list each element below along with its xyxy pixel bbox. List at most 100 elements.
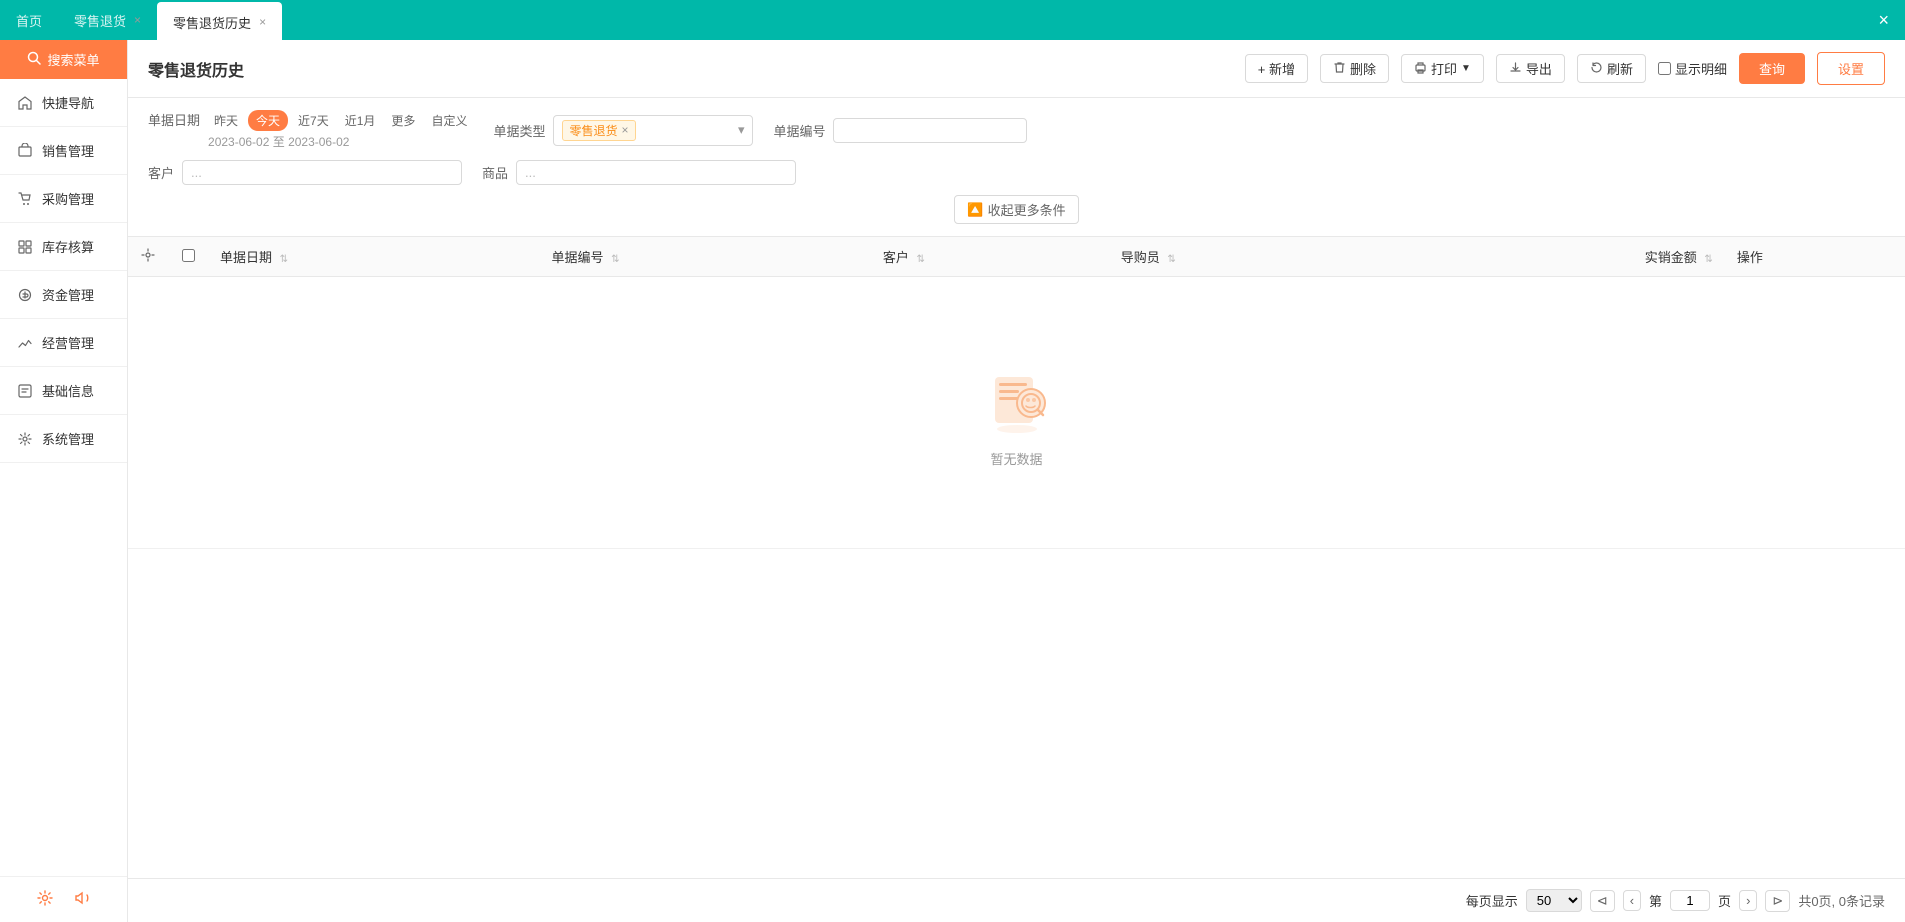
tab-retail-return-history[interactable]: 零售退货历史 × bbox=[157, 2, 282, 42]
type-filter-group: 单据类型 零售退货 × ▾ bbox=[493, 115, 753, 146]
th-amount[interactable]: 实销金额 ⇅ bbox=[1393, 237, 1724, 277]
date-shortcuts: 昨天 今天 近7天 近1月 更多 自定义 bbox=[208, 110, 473, 131]
next-page-button[interactable]: › bbox=[1739, 890, 1757, 911]
search-icon bbox=[27, 51, 41, 68]
print-arrow-icon: ▼ bbox=[1461, 63, 1471, 74]
page-size-label: 每页显示 bbox=[1466, 891, 1518, 910]
prev-page-button[interactable]: ‹ bbox=[1623, 890, 1641, 911]
system-icon bbox=[16, 430, 34, 448]
type-select[interactable]: 零售退货 × ▾ bbox=[553, 115, 753, 146]
table-head: 单据日期 ⇅ 单据编号 ⇅ 客户 ⇅ 导购员 ⇅ bbox=[128, 237, 1905, 277]
goods-label: 商品 bbox=[482, 163, 508, 182]
collapse-button[interactable]: 🔼 收起更多条件 bbox=[954, 195, 1078, 224]
page-size-select[interactable]: 10 20 50 100 bbox=[1526, 889, 1582, 912]
shortcut-more[interactable]: 更多 bbox=[385, 110, 421, 131]
volume-icon[interactable] bbox=[74, 889, 92, 910]
date-filter-group: 单据日期 昨天 今天 近7天 近1月 更多 自定义 2023-06-02 至 2… bbox=[148, 110, 473, 150]
delete-icon bbox=[1333, 61, 1346, 77]
display-detail-label: 显示明细 bbox=[1658, 59, 1727, 78]
sort-guide-icon: ⇅ bbox=[1167, 254, 1175, 265]
th-action: 操作 bbox=[1725, 237, 1905, 277]
settings-icon[interactable] bbox=[36, 889, 54, 910]
pagination: 每页显示 10 20 50 100 ⊲ ‹ 第 页 › ⊳ 共0页, 0条记录 bbox=[128, 878, 1905, 922]
setting-button[interactable]: 设置 bbox=[1817, 52, 1885, 85]
shortcut-1month[interactable]: 近1月 bbox=[339, 110, 382, 131]
display-detail-checkbox[interactable] bbox=[1658, 62, 1671, 75]
type-select-arrow: ▾ bbox=[738, 122, 745, 138]
sidebar-search[interactable]: 搜索菜单 bbox=[0, 40, 127, 79]
shortcut-today[interactable]: 今天 bbox=[248, 110, 288, 131]
tab-retail-return[interactable]: 零售退货 × bbox=[58, 0, 157, 40]
home-icon bbox=[16, 94, 34, 112]
page-label: 第 bbox=[1649, 891, 1662, 910]
toolbar: + 新增 删除 bbox=[1245, 52, 1885, 85]
order-no-input[interactable] bbox=[833, 118, 1027, 143]
top-bar: 首页 零售退货 × 零售退货历史 × × bbox=[0, 0, 1905, 40]
inventory-icon bbox=[16, 238, 34, 256]
type-tag-remove[interactable]: × bbox=[621, 123, 628, 137]
collapse-row: 🔼 收起更多条件 bbox=[148, 195, 1885, 224]
window-close-button[interactable]: × bbox=[1862, 10, 1905, 31]
sidebar-item-business[interactable]: 经营管理 bbox=[0, 319, 127, 367]
date-label: 单据日期 bbox=[148, 110, 200, 129]
content-area: 零售退货历史 + 新增 删除 bbox=[128, 40, 1905, 922]
goods-input[interactable] bbox=[516, 160, 796, 185]
th-settings[interactable] bbox=[128, 237, 168, 277]
tab-list: 首页 零售退货 × 零售退货历史 × bbox=[0, 0, 1862, 40]
sidebar-bottom bbox=[0, 876, 127, 922]
customer-label: 客户 bbox=[148, 163, 174, 182]
purchase-icon bbox=[16, 190, 34, 208]
sort-amount-icon: ⇅ bbox=[1704, 254, 1712, 265]
sidebar-item-system[interactable]: 系统管理 bbox=[0, 415, 127, 463]
sidebar: 搜索菜单 快捷导航 销售管理 bbox=[0, 40, 128, 922]
sidebar-item-purchase[interactable]: 采购管理 bbox=[0, 175, 127, 223]
finance-icon bbox=[16, 286, 34, 304]
basic-info-icon bbox=[16, 382, 34, 400]
page-unit: 页 bbox=[1718, 891, 1731, 910]
type-tag: 零售退货 × bbox=[562, 120, 635, 141]
tab-home[interactable]: 首页 bbox=[0, 0, 58, 40]
empty-state-cell: 暂无数据 bbox=[128, 277, 1905, 549]
sales-icon bbox=[16, 142, 34, 160]
last-page-button[interactable]: ⊳ bbox=[1765, 890, 1790, 912]
tab-close-retail-return[interactable]: × bbox=[134, 13, 141, 27]
empty-illustration bbox=[977, 357, 1057, 437]
print-button[interactable]: 打印 ▼ bbox=[1401, 54, 1484, 83]
shortcut-yesterday[interactable]: 昨天 bbox=[208, 110, 244, 131]
print-icon bbox=[1414, 61, 1427, 77]
first-page-button[interactable]: ⊲ bbox=[1590, 890, 1615, 912]
table-body: 暂无数据 bbox=[128, 277, 1905, 549]
customer-input[interactable] bbox=[182, 160, 462, 185]
th-date[interactable]: 单据日期 ⇅ bbox=[208, 237, 539, 277]
delete-button[interactable]: 删除 bbox=[1320, 54, 1389, 83]
date-range-text: 2023-06-02 至 2023-06-02 bbox=[208, 133, 473, 150]
sidebar-item-inventory[interactable]: 库存核算 bbox=[0, 223, 127, 271]
new-button[interactable]: + 新增 bbox=[1245, 54, 1308, 83]
export-button[interactable]: 导出 bbox=[1496, 54, 1565, 83]
order-no-filter-group: 单据编号 bbox=[773, 118, 1027, 143]
export-icon bbox=[1509, 61, 1522, 77]
table-area: 单据日期 ⇅ 单据编号 ⇅ 客户 ⇅ 导购员 ⇅ bbox=[128, 237, 1905, 878]
sidebar-item-sales[interactable]: 销售管理 bbox=[0, 127, 127, 175]
empty-state: 暂无数据 bbox=[128, 277, 1905, 548]
refresh-button[interactable]: 刷新 bbox=[1577, 54, 1646, 83]
collapse-icon: 🔼 bbox=[967, 202, 983, 218]
sidebar-item-quicknav[interactable]: 快捷导航 bbox=[0, 79, 127, 127]
select-all-checkbox[interactable] bbox=[182, 249, 195, 262]
th-checkbox[interactable] bbox=[168, 237, 208, 277]
filter-area: 单据日期 昨天 今天 近7天 近1月 更多 自定义 2023-06-02 至 2… bbox=[128, 98, 1905, 237]
sidebar-item-finance[interactable]: 资金管理 bbox=[0, 271, 127, 319]
sidebar-item-basic-info[interactable]: 基础信息 bbox=[0, 367, 127, 415]
tab-close-retail-return-history[interactable]: × bbox=[259, 15, 266, 29]
query-button[interactable]: 查询 bbox=[1739, 53, 1805, 84]
th-no[interactable]: 单据编号 ⇅ bbox=[539, 237, 870, 277]
refresh-icon bbox=[1590, 61, 1603, 77]
shortcut-custom[interactable]: 自定义 bbox=[425, 110, 473, 131]
sort-customer-icon: ⇅ bbox=[917, 254, 925, 265]
th-customer[interactable]: 客户 ⇅ bbox=[871, 237, 1109, 277]
empty-text: 暂无数据 bbox=[990, 449, 1042, 468]
page-number-input[interactable] bbox=[1670, 890, 1710, 911]
total-info: 共0页, 0条记录 bbox=[1798, 891, 1885, 910]
th-guide[interactable]: 导购员 ⇅ bbox=[1109, 237, 1394, 277]
shortcut-7days[interactable]: 近7天 bbox=[292, 110, 335, 131]
